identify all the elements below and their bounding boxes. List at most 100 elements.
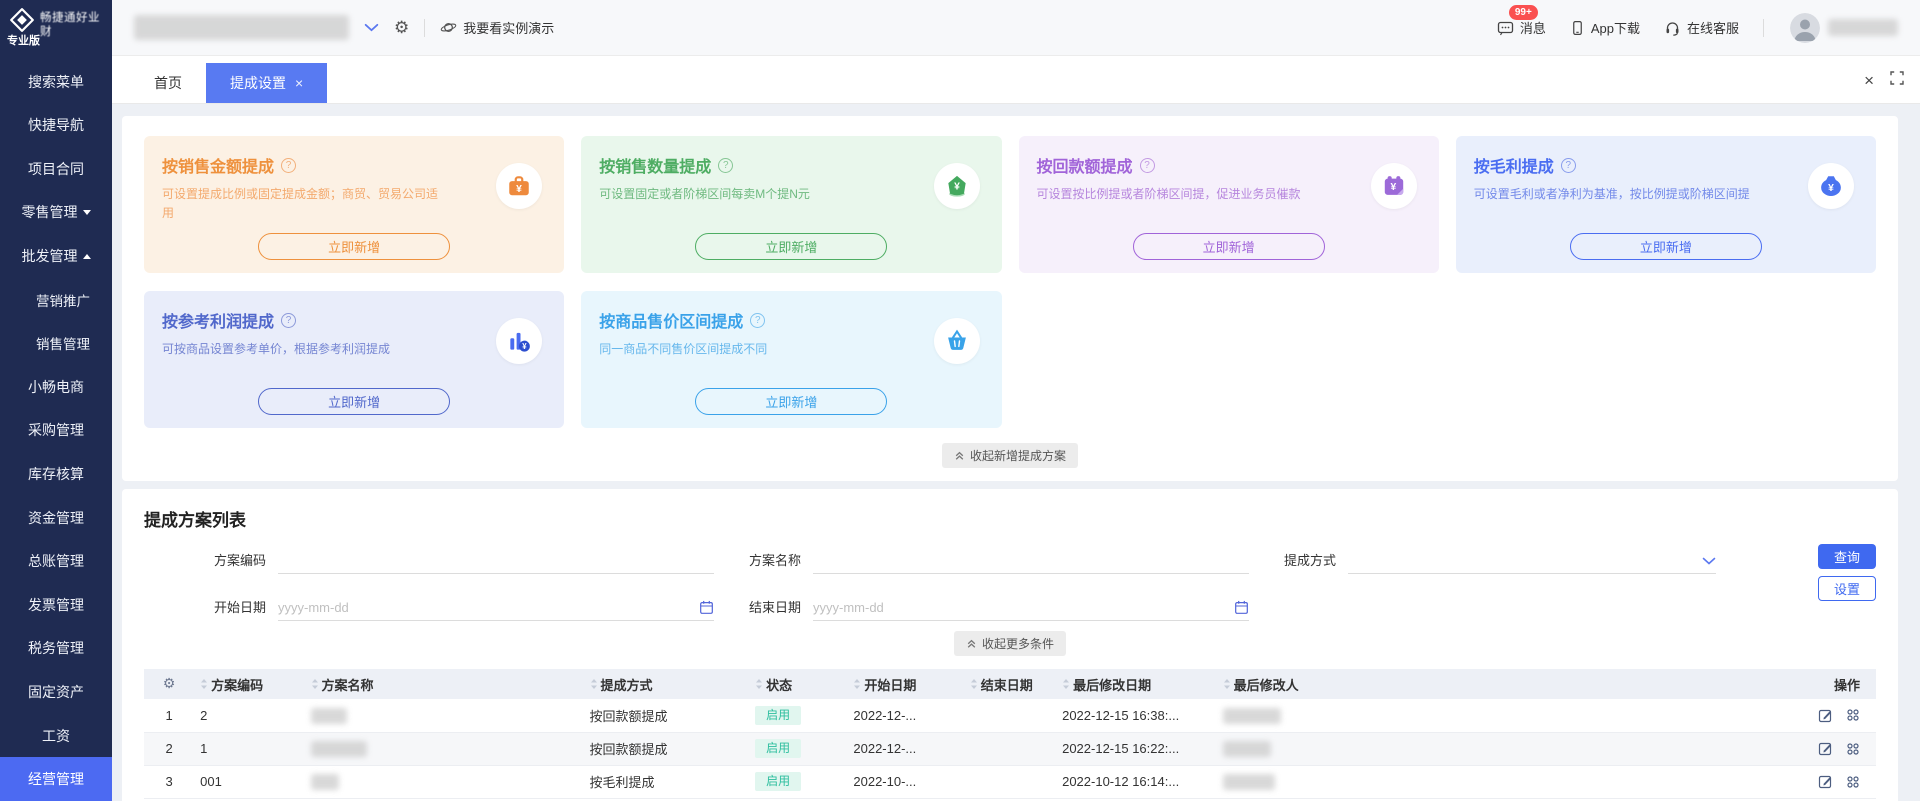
sort-icon[interactable]	[590, 678, 598, 690]
sidebar-item-sales-mgmt[interactable]: 销售管理	[0, 321, 112, 365]
commission-method-value[interactable]	[1348, 549, 1696, 572]
close-all-tabs-icon[interactable]: ×	[1864, 72, 1874, 89]
table-row[interactable]: 2 1 按回款额提成 启用 2022-12-... 2022-12-15 16:…	[144, 732, 1876, 766]
sidebar-item-marketing-promo[interactable]: 营销推广	[0, 278, 112, 322]
col-last-modified-date[interactable]: 最后修改日期	[1056, 669, 1217, 699]
add-now-button[interactable]: 立即新增	[1132, 233, 1325, 260]
divider	[424, 18, 426, 37]
commission-method-select[interactable]	[1348, 548, 1716, 574]
sidebar-item-inventory-accounting[interactable]: 库存核算	[0, 452, 112, 496]
calendar-icon[interactable]	[1234, 600, 1249, 615]
briefcase-yen-icon: ¥	[496, 163, 543, 209]
collapse-more-filters-button[interactable]: 收起更多条件	[953, 631, 1066, 656]
edit-icon[interactable]	[1818, 741, 1833, 756]
collapse-new-plans-button[interactable]: 收起新增提成方案	[941, 443, 1078, 468]
table-row[interactable]: 3 001 按毛利提成 启用 2022-10-... 2022-10-12 16…	[144, 765, 1876, 799]
tab-home[interactable]: 首页	[130, 63, 206, 103]
add-now-button[interactable]: 立即新增	[695, 233, 888, 260]
plan-code-label: 方案编码	[214, 553, 267, 568]
help-icon[interactable]: ?	[718, 157, 734, 173]
start-date-input[interactable]	[278, 596, 693, 619]
plan-name-redacted	[310, 773, 339, 790]
more-grid-icon[interactable]	[1846, 708, 1860, 722]
app-download-button[interactable]: App下载	[1570, 18, 1640, 37]
user-menu[interactable]	[1790, 12, 1898, 43]
sidebar-item-payroll[interactable]: 工资	[0, 714, 112, 758]
planet-icon	[440, 23, 457, 32]
sidebar-item-fixed-assets[interactable]: 固定资产	[0, 670, 112, 714]
sidebar-item-business-mgmt[interactable]: 经营管理	[0, 757, 112, 801]
col-end-date[interactable]: 结束日期	[963, 669, 1057, 699]
messages-button[interactable]: 99+ 消息	[1497, 5, 1546, 37]
plan-name-input[interactable]	[813, 549, 1249, 572]
sidebar-item-search-menu[interactable]: 搜索菜单	[0, 60, 112, 104]
col-commission-method[interactable]: 提成方式	[583, 669, 750, 699]
sort-icon[interactable]	[311, 678, 319, 690]
expand-icon[interactable]	[1890, 71, 1904, 90]
add-now-button[interactable]: 立即新增	[258, 388, 451, 415]
settings-button[interactable]: 设置	[1818, 576, 1876, 601]
help-icon[interactable]: ?	[750, 312, 766, 328]
modifier-redacted	[1222, 740, 1271, 757]
plan-name-redacted	[310, 740, 367, 757]
col-actions: 操作	[1783, 669, 1876, 699]
table-row[interactable]: 1 2 按回款额提成 启用 2022-12-... 2022-12-15 16:…	[144, 699, 1876, 733]
sidebar-item-quick-nav[interactable]: 快捷导航	[0, 104, 112, 148]
online-support-button[interactable]: 在线客服	[1664, 18, 1739, 37]
modified-date-cell: 2022-12-15 16:38:...	[1056, 699, 1217, 733]
sort-icon[interactable]	[1223, 678, 1231, 690]
tab-close-icon[interactable]: ×	[295, 76, 303, 90]
brand-edition: 专业版	[7, 34, 40, 47]
filter-commission-method: 提成方式	[1284, 548, 1716, 574]
col-last-modified-by[interactable]: 最后修改人	[1216, 669, 1784, 699]
help-icon[interactable]: ?	[1139, 157, 1155, 173]
col-plan-code[interactable]: 方案编码	[194, 669, 305, 699]
add-now-button[interactable]: 立即新增	[1569, 233, 1762, 260]
plan-code-cell: 001	[194, 765, 305, 799]
sort-icon[interactable]	[970, 678, 978, 690]
edit-icon[interactable]	[1818, 774, 1833, 789]
edit-icon[interactable]	[1818, 708, 1833, 723]
sort-icon[interactable]	[1062, 678, 1070, 690]
help-icon[interactable]: ?	[1560, 157, 1576, 173]
sidebar-item-retail-mgmt[interactable]: 零售管理	[0, 191, 112, 235]
card-title: 按毛利提成	[1473, 159, 1554, 176]
col-status[interactable]: 状态	[749, 669, 848, 699]
end-date-input[interactable]	[813, 596, 1228, 619]
app-window: 畅捷通好业财 专业版 搜索菜单 快捷导航 项目合同 零售管理 批发管理 营销推广…	[0, 0, 1920, 801]
sidebar-item-funds-mgmt[interactable]: 资金管理	[0, 496, 112, 540]
sidebar-item-purchase-mgmt[interactable]: 采购管理	[0, 409, 112, 453]
sort-icon[interactable]	[853, 678, 861, 690]
sidebar-item-wholesale-mgmt[interactable]: 批发管理	[0, 234, 112, 278]
plan-code-input[interactable]	[278, 549, 714, 572]
svg-text:¥: ¥	[522, 342, 527, 351]
sidebar-item-invoice-mgmt[interactable]: 发票管理	[0, 583, 112, 627]
company-select-chevron-icon[interactable]	[364, 23, 379, 32]
modifier-redacted	[1222, 773, 1275, 790]
company-name-redacted[interactable]	[134, 15, 349, 40]
column-settings-gear-icon[interactable]: ⚙	[144, 669, 195, 699]
calendar-icon[interactable]	[699, 600, 714, 615]
sidebar-item-project-contract[interactable]: 项目合同	[0, 147, 112, 191]
sidebar-item-tax-mgmt[interactable]: 税务管理	[0, 627, 112, 671]
sort-icon[interactable]	[755, 678, 763, 690]
add-now-button[interactable]: 立即新增	[695, 388, 888, 415]
topbar-right: 99+ 消息 App下载 在线客服	[1497, 5, 1898, 43]
col-start-date[interactable]: 开始日期	[847, 669, 964, 699]
help-icon[interactable]: ?	[281, 312, 297, 328]
status-cell: 启用	[749, 699, 848, 733]
demo-link[interactable]: 我要看实例演示	[440, 18, 554, 37]
help-icon[interactable]: ?	[281, 157, 297, 173]
sort-icon[interactable]	[200, 678, 208, 690]
sidebar-item-general-ledger[interactable]: 总账管理	[0, 539, 112, 583]
sidebar-item-xiaochang-ecommerce[interactable]: 小畅电商	[0, 365, 112, 409]
method-cell: 按毛利提成	[583, 765, 750, 799]
more-grid-icon[interactable]	[1846, 775, 1860, 789]
col-plan-name[interactable]: 方案名称	[304, 669, 584, 699]
add-now-button[interactable]: 立即新增	[258, 233, 451, 260]
settings-gear-icon[interactable]: ⚙	[394, 18, 409, 38]
more-grid-icon[interactable]	[1846, 742, 1860, 756]
tab-commission-settings[interactable]: 提成设置 ×	[206, 63, 328, 103]
query-button[interactable]: 查询	[1818, 544, 1876, 569]
card-description: 可按商品设置参考单价，根据参考利润提成	[162, 342, 391, 356]
